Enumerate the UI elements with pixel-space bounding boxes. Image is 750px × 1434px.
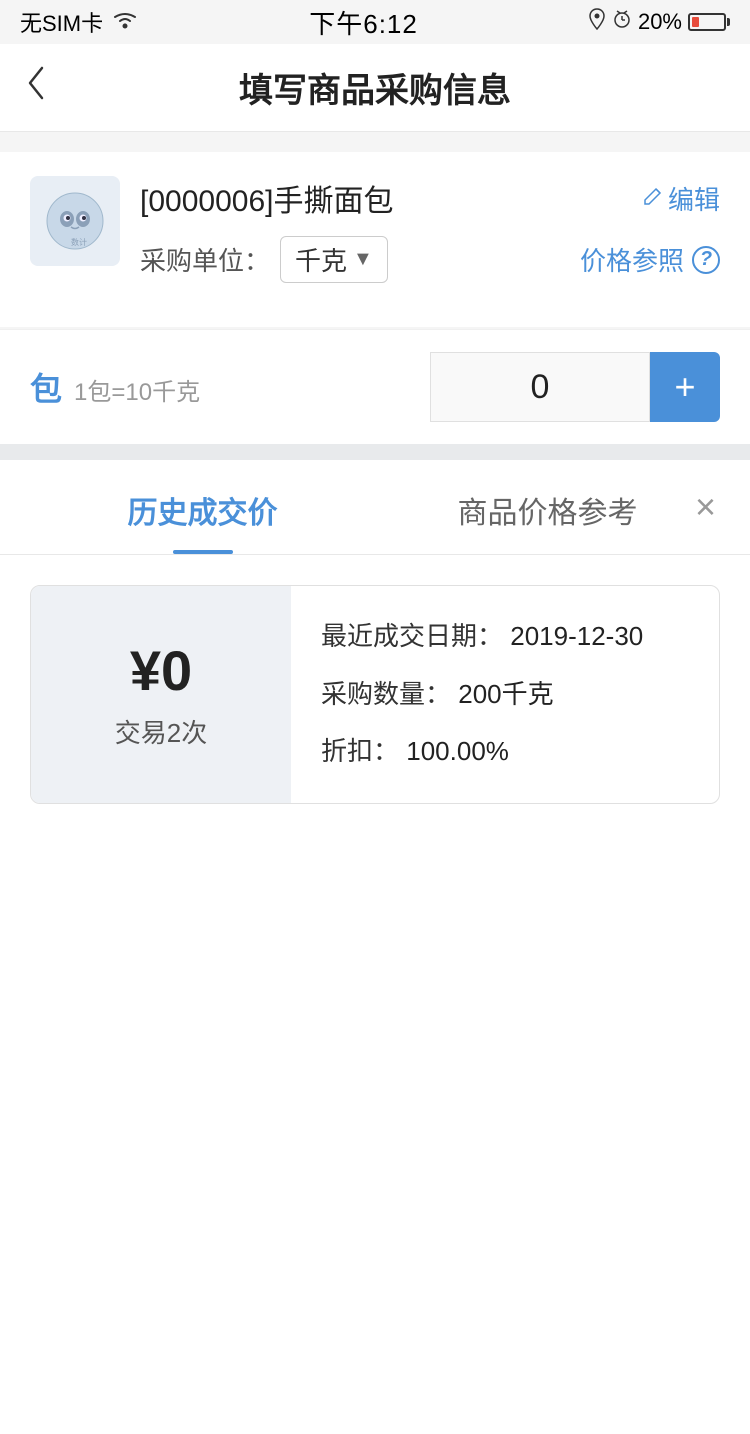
purchase-qty-label: 采购数量： <box>321 679 451 709</box>
product-card: 数计 [0000006]手撕面包 编辑 采购单位： <box>0 152 750 327</box>
history-price: ¥0 <box>130 638 192 703</box>
status-carrier: 无SIM卡 <box>20 6 139 38</box>
tabs-header: 历史成交价 商品价格参考 × <box>0 460 750 555</box>
unit-dropdown-arrow: ▼ <box>353 248 373 271</box>
price-symbol: ¥ <box>130 639 161 702</box>
edit-button[interactable]: 编辑 <box>642 180 720 217</box>
price-ref-icon: ? <box>692 246 720 274</box>
history-card: ¥0 交易2次 最近成交日期： 2019-12-30 采购数量： 200千克 折… <box>30 585 720 804</box>
bottom-space <box>0 834 750 1434</box>
status-right: 20% <box>588 8 730 36</box>
recent-date-value: 2019-12-30 <box>510 621 643 651</box>
edit-label: 编辑 <box>668 180 720 217</box>
tab-history-label: 历史成交价 <box>128 497 278 530</box>
discount-value: 100.00% <box>406 736 509 766</box>
tab-history-price[interactable]: 历史成交价 <box>30 460 375 554</box>
history-card-left: ¥0 交易2次 <box>31 586 291 803</box>
price-ref-button[interactable]: 价格参照 ? <box>580 241 720 278</box>
close-icon: × <box>695 486 716 527</box>
wifi-icon <box>111 9 139 35</box>
recent-date-row: 最近成交日期： 2019-12-30 <box>321 616 689 658</box>
svg-text:数计: 数计 <box>71 237 87 247</box>
qty-input[interactable]: 0 <box>430 352 650 422</box>
quantity-row: 包 1包=10千克 0 + <box>0 329 750 444</box>
qty-left: 包 1包=10千克 <box>30 364 200 410</box>
product-thumbnail: 数计 <box>30 176 120 266</box>
discount-label: 折扣： <box>321 736 399 766</box>
history-card-right: 最近成交日期： 2019-12-30 采购数量： 200千克 折扣： 100.0… <box>291 586 719 803</box>
qty-unit: 包 <box>30 364 62 410</box>
history-trade-count: 交易2次 <box>115 713 207 750</box>
edit-icon <box>642 184 664 213</box>
qty-input-area: 0 + <box>430 352 720 422</box>
purchase-qty-row: 采购数量： 200千克 <box>321 674 689 716</box>
product-info: [0000006]手撕面包 编辑 采购单位： 千克 <box>140 176 720 283</box>
tab-content-history: ¥0 交易2次 最近成交日期： 2019-12-30 采购数量： 200千克 折… <box>0 555 750 834</box>
section-divider <box>0 444 750 460</box>
tab-product-price-ref[interactable]: 商品价格参考 <box>375 460 720 554</box>
purchase-qty-value: 200千克 <box>458 679 553 709</box>
back-button[interactable] <box>24 63 48 112</box>
page-title: 填写商品采购信息 <box>239 63 511 112</box>
plus-icon: + <box>674 366 695 408</box>
unit-value: 千克 <box>295 241 347 278</box>
tabs-panel: 历史成交价 商品价格参考 × ¥0 交易2次 最近成交日期： 2019-12-3… <box>0 460 750 834</box>
tab-product-price-label: 商品价格参考 <box>458 497 638 530</box>
nav-bar: 填写商品采购信息 <box>0 44 750 132</box>
recent-date-label: 最近成交日期： <box>321 621 503 651</box>
alarm-icon <box>612 8 632 36</box>
price-ref-label: 价格参照 <box>580 241 684 278</box>
unit-label: 采购单位： 千克 ▼ <box>140 236 388 283</box>
battery-percent: 20% <box>638 9 682 35</box>
location-icon <box>588 8 606 36</box>
carrier-text: 无SIM卡 <box>20 6 103 38</box>
tab-close-button[interactable]: × <box>685 476 726 538</box>
qty-conversion: 1包=10千克 <box>74 372 200 407</box>
discount-row: 折扣： 100.00% <box>321 731 689 773</box>
status-bar: 无SIM卡 下午6:12 20% <box>0 0 750 44</box>
product-name: [0000006]手撕面包 <box>140 176 393 220</box>
unit-select[interactable]: 千克 ▼ <box>280 236 388 283</box>
price-value: 0 <box>161 639 192 702</box>
battery-icon <box>688 13 730 31</box>
unit-label-text: 采购单位： <box>140 241 270 278</box>
status-time: 下午6:12 <box>309 4 418 41</box>
qty-plus-button[interactable]: + <box>650 352 720 422</box>
